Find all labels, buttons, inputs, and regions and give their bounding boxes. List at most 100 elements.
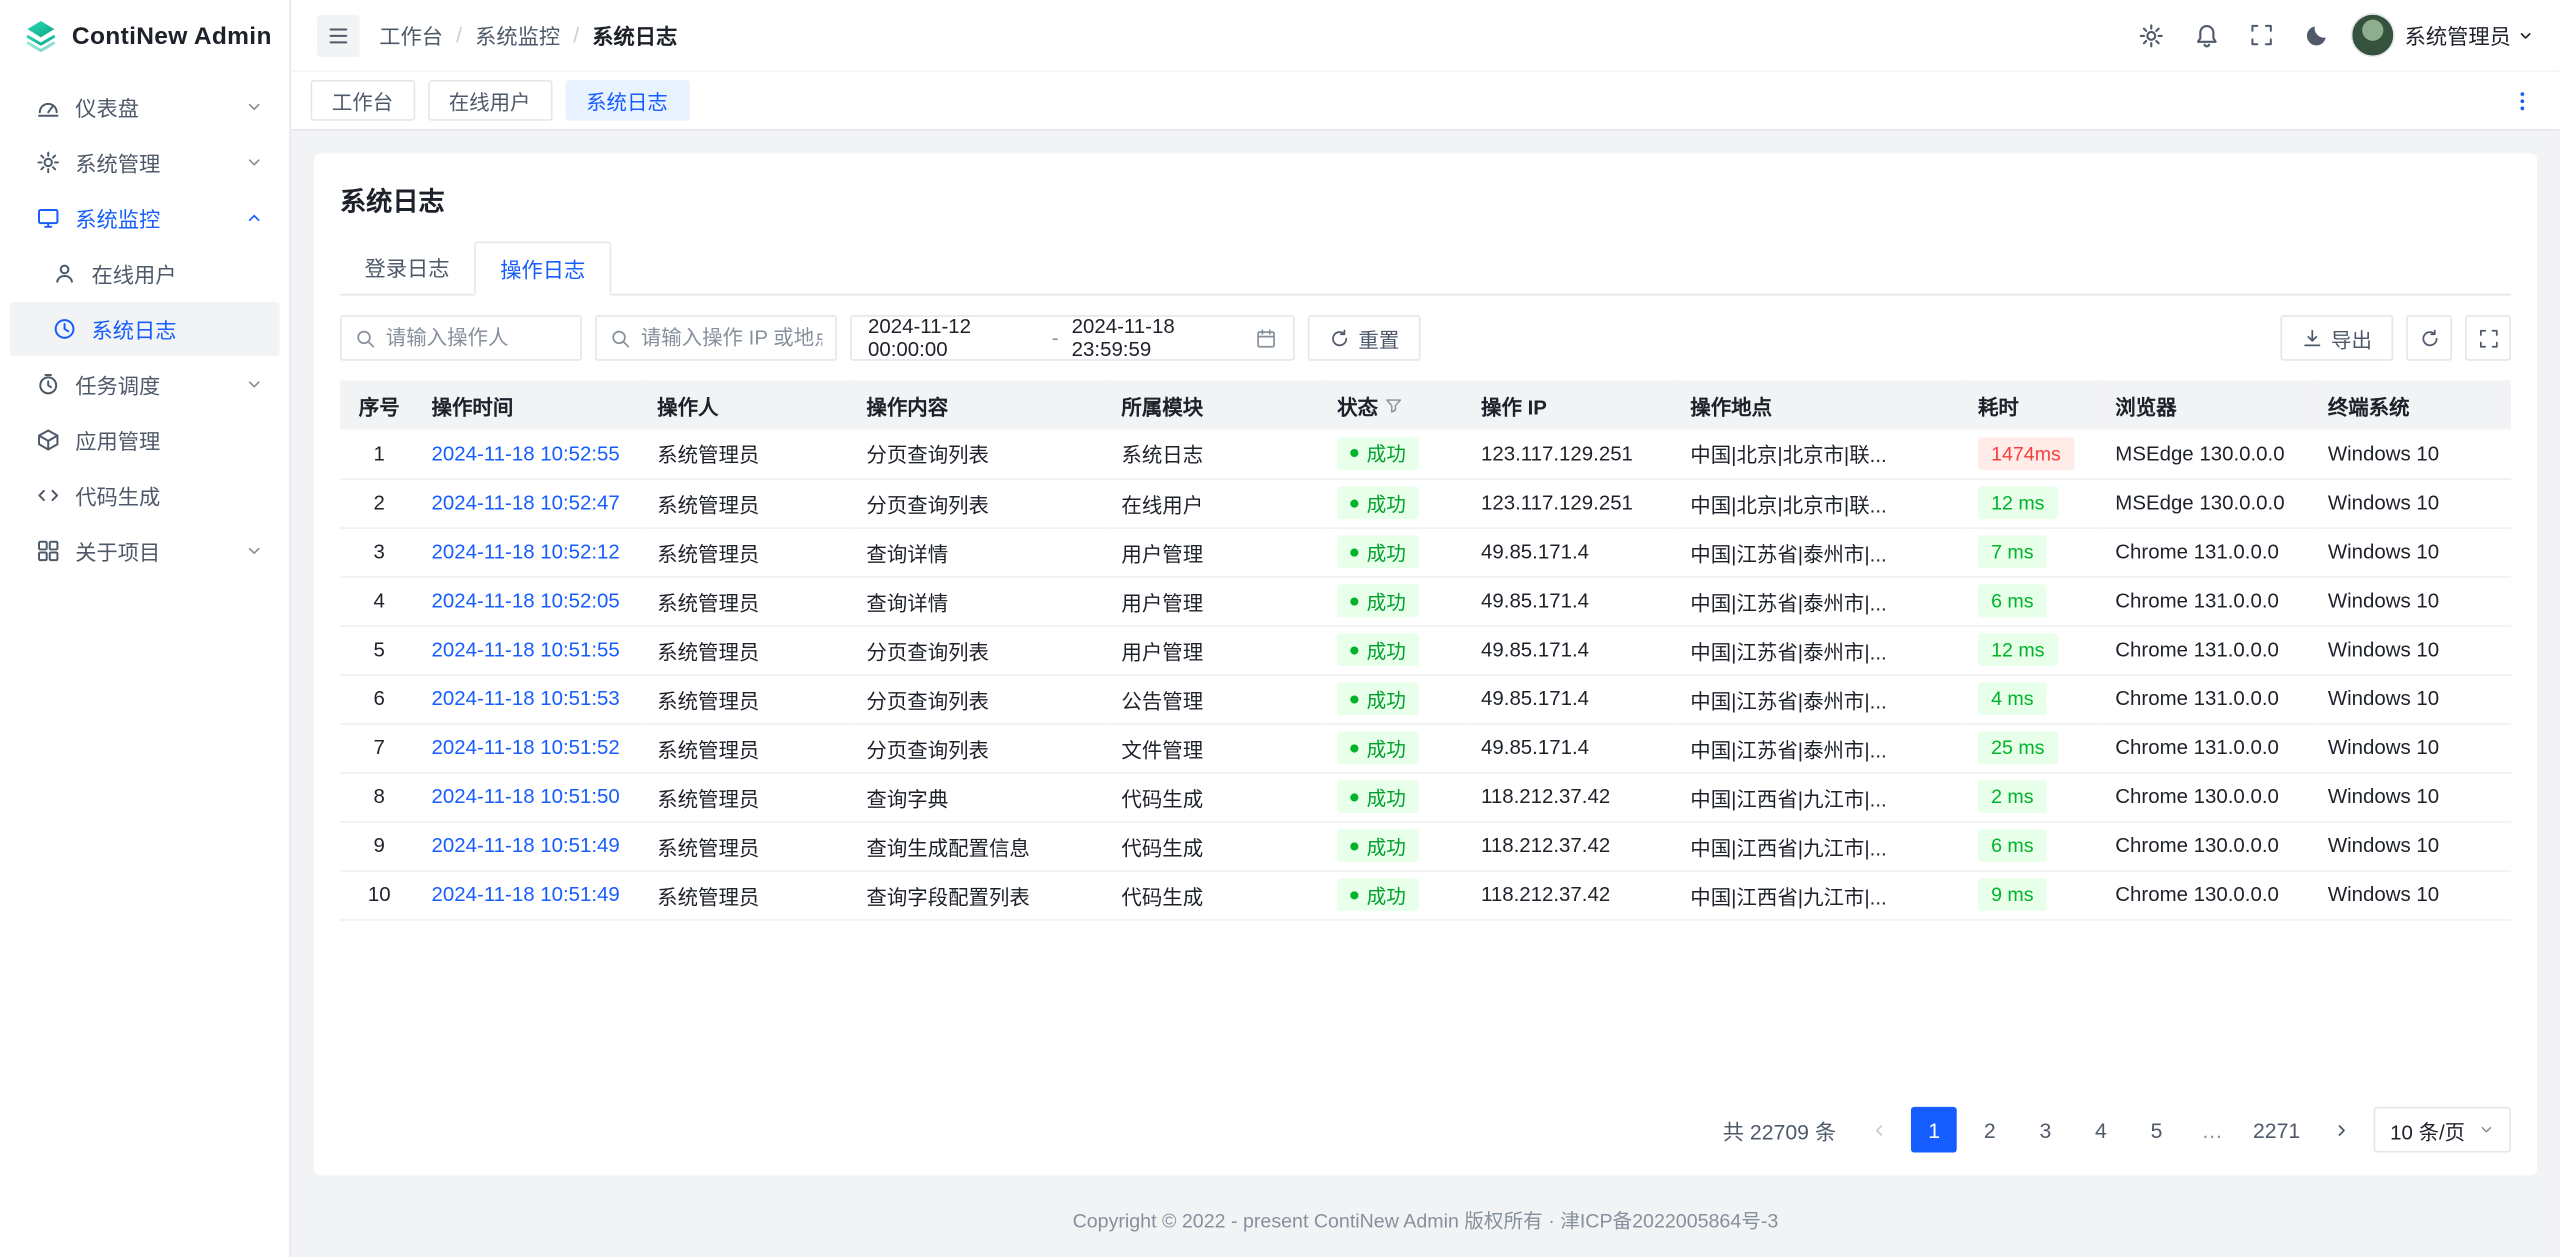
cost-badge: 6 ms — [1978, 584, 2047, 617]
cell-browser: Chrome 131.0.0.0 — [2102, 723, 2315, 772]
chevron-up-icon — [245, 209, 263, 227]
log-time-link[interactable]: 2024-11-18 10:52:47 — [432, 491, 620, 514]
pagination-prev-button[interactable] — [1856, 1107, 1902, 1153]
cell-operator: 系统管理员 — [644, 674, 853, 723]
log-time-link[interactable]: 2024-11-18 10:52:05 — [432, 589, 620, 612]
cell-module: 用户管理 — [1108, 576, 1324, 625]
dark-mode-moon-icon[interactable] — [2295, 12, 2341, 58]
settings-gear-icon[interactable] — [2128, 12, 2174, 58]
sidebar-item-dashboard[interactable]: 仪表盘 — [10, 80, 280, 134]
log-time-link[interactable]: 2024-11-18 10:51:49 — [432, 834, 620, 857]
cell-operator: 系统管理员 — [644, 821, 853, 870]
fullscreen-icon[interactable] — [2240, 12, 2286, 58]
table-row: 3 2024-11-18 10:52:12 系统管理员 查询详情 用户管理 成功… — [340, 527, 2511, 576]
cell-no: 7 — [340, 723, 418, 772]
cell-no: 8 — [340, 772, 418, 821]
page-size-value: 10 条/页 — [2390, 1114, 2465, 1145]
header: 工作台 / 系统监控 / 系统日志 — [291, 0, 2560, 72]
cell-os: Windows 10 — [2315, 723, 2511, 772]
sidebar-item-code-generation[interactable]: 代码生成 — [10, 469, 280, 523]
ip-search-input[interactable] — [641, 327, 822, 350]
sidebar-item-app-management[interactable]: 应用管理 — [10, 413, 280, 467]
table-row: 5 2024-11-18 10:51:55 系统管理员 分页查询列表 用户管理 … — [340, 625, 2511, 674]
sidebar-item-label: 系统监控 — [75, 202, 160, 233]
pagination-page[interactable]: 4 — [2078, 1107, 2124, 1153]
cell-operator: 系统管理员 — [644, 625, 853, 674]
export-button[interactable]: 导出 — [2280, 315, 2393, 361]
status-badge: 成功 — [1337, 829, 1419, 862]
pagination-page[interactable]: 2271 — [2245, 1107, 2309, 1153]
cell-os: Windows 10 — [2315, 625, 2511, 674]
log-time-link[interactable]: 2024-11-18 10:52:55 — [432, 442, 620, 465]
app-title: ContiNew Admin — [72, 22, 272, 50]
cell-browser: Chrome 131.0.0.0 — [2102, 674, 2315, 723]
user-menu[interactable]: 系统管理员 — [2405, 20, 2534, 51]
col-header-module: 所属模块 — [1108, 380, 1324, 429]
status-badge: 成功 — [1337, 437, 1419, 470]
log-time-link[interactable]: 2024-11-18 10:51:50 — [432, 785, 620, 808]
col-header-browser: 浏览器 — [2102, 380, 2315, 429]
content-area: 系统日志 登录日志 操作日志 — [291, 131, 2560, 1257]
pagination-ellipsis[interactable]: … — [2189, 1107, 2235, 1153]
pagination: 共 22709 条 12345…2271 10 条/页 — [340, 1087, 2511, 1175]
cell-ip: 49.85.171.4 — [1468, 674, 1677, 723]
sidebar-item-task-schedule[interactable]: 任务调度 — [10, 358, 280, 412]
pagination-page[interactable]: 1 — [1911, 1107, 1957, 1153]
search-icon — [610, 327, 631, 348]
sidebar-item-online-users[interactable]: 在线用户 — [10, 247, 280, 301]
cell-operator: 系统管理员 — [644, 429, 853, 478]
pagination-page[interactable]: 2 — [1967, 1107, 2013, 1153]
log-time-link[interactable]: 2024-11-18 10:52:12 — [432, 540, 620, 563]
notification-bell-icon[interactable] — [2184, 12, 2230, 58]
cell-module: 系统日志 — [1108, 429, 1324, 478]
log-time-link[interactable]: 2024-11-18 10:51:52 — [432, 736, 620, 759]
cell-content: 分页查询列表 — [853, 625, 1108, 674]
pagination-page[interactable]: 3 — [2022, 1107, 2068, 1153]
breadcrumb: 工作台 / 系统监控 / 系统日志 — [379, 20, 677, 51]
sidebar-item-about-project[interactable]: 关于项目 — [10, 524, 280, 578]
tab-login-log[interactable]: 登录日志 — [340, 242, 474, 296]
status-dot-icon — [1350, 793, 1358, 801]
table-refresh-button[interactable] — [2406, 315, 2452, 361]
cell-operator: 系统管理员 — [644, 772, 853, 821]
chevron-down-icon — [245, 542, 263, 560]
cell-module: 代码生成 — [1108, 870, 1324, 919]
log-time-link[interactable]: 2024-11-18 10:51:55 — [432, 638, 620, 661]
cell-no: 10 — [340, 870, 418, 919]
tab-more-icon[interactable] — [2504, 82, 2540, 118]
tab-system-log[interactable]: 系统日志 — [565, 80, 689, 121]
sidebar-item-label: 任务调度 — [75, 369, 160, 400]
pagination-page[interactable]: 5 — [2134, 1107, 2180, 1153]
avatar[interactable] — [2351, 13, 2395, 57]
ip-search — [595, 315, 837, 361]
sidebar-item-label: 仪表盘 — [75, 91, 139, 122]
log-time-link[interactable]: 2024-11-18 10:51:49 — [432, 883, 620, 906]
cell-no: 9 — [340, 821, 418, 870]
tab-operation-log[interactable]: 操作日志 — [474, 242, 611, 296]
sidebar-item-system-monitor[interactable]: 系统监控 — [10, 191, 280, 245]
table-header-row: 序号 操作时间 操作人 操作内容 所属模块 状态 — [340, 380, 2511, 429]
col-header-os: 终端系统 — [2315, 380, 2511, 429]
sidebar-item-system-log[interactable]: 系统日志 — [10, 302, 280, 356]
cost-badge: 12 ms — [1978, 633, 2058, 666]
cell-ip: 118.212.37.42 — [1468, 821, 1677, 870]
cell-content: 查询详情 — [853, 576, 1108, 625]
sidebar-item-system-management[interactable]: 系统管理 — [10, 135, 280, 189]
cell-browser: Chrome 130.0.0.0 — [2102, 870, 2315, 919]
table-row: 8 2024-11-18 10:51:50 系统管理员 查询字典 代码生成 成功… — [340, 772, 2511, 821]
menu-collapse-button[interactable] — [317, 14, 360, 56]
tab-online-users[interactable]: 在线用户 — [427, 80, 551, 121]
page-size-select[interactable]: 10 条/页 — [2374, 1107, 2511, 1153]
breadcrumb-item[interactable]: 系统监控 — [475, 20, 560, 51]
tab-workbench[interactable]: 工作台 — [311, 80, 415, 121]
col-header-status: 状态 — [1324, 380, 1468, 429]
log-time-link[interactable]: 2024-11-18 10:51:53 — [432, 687, 620, 710]
operator-search-input[interactable] — [386, 327, 567, 350]
date-range-picker[interactable]: 2024-11-12 00:00:00 - 2024-11-18 23:59:5… — [850, 315, 1295, 361]
filter-funnel-icon[interactable] — [1385, 396, 1403, 414]
pagination-next-button[interactable] — [2318, 1107, 2364, 1153]
table-fullscreen-button[interactable] — [2465, 315, 2511, 361]
reset-button[interactable]: 重置 — [1308, 315, 1421, 361]
breadcrumb-item[interactable]: 工作台 — [379, 20, 443, 51]
cell-browser: Chrome 131.0.0.0 — [2102, 576, 2315, 625]
